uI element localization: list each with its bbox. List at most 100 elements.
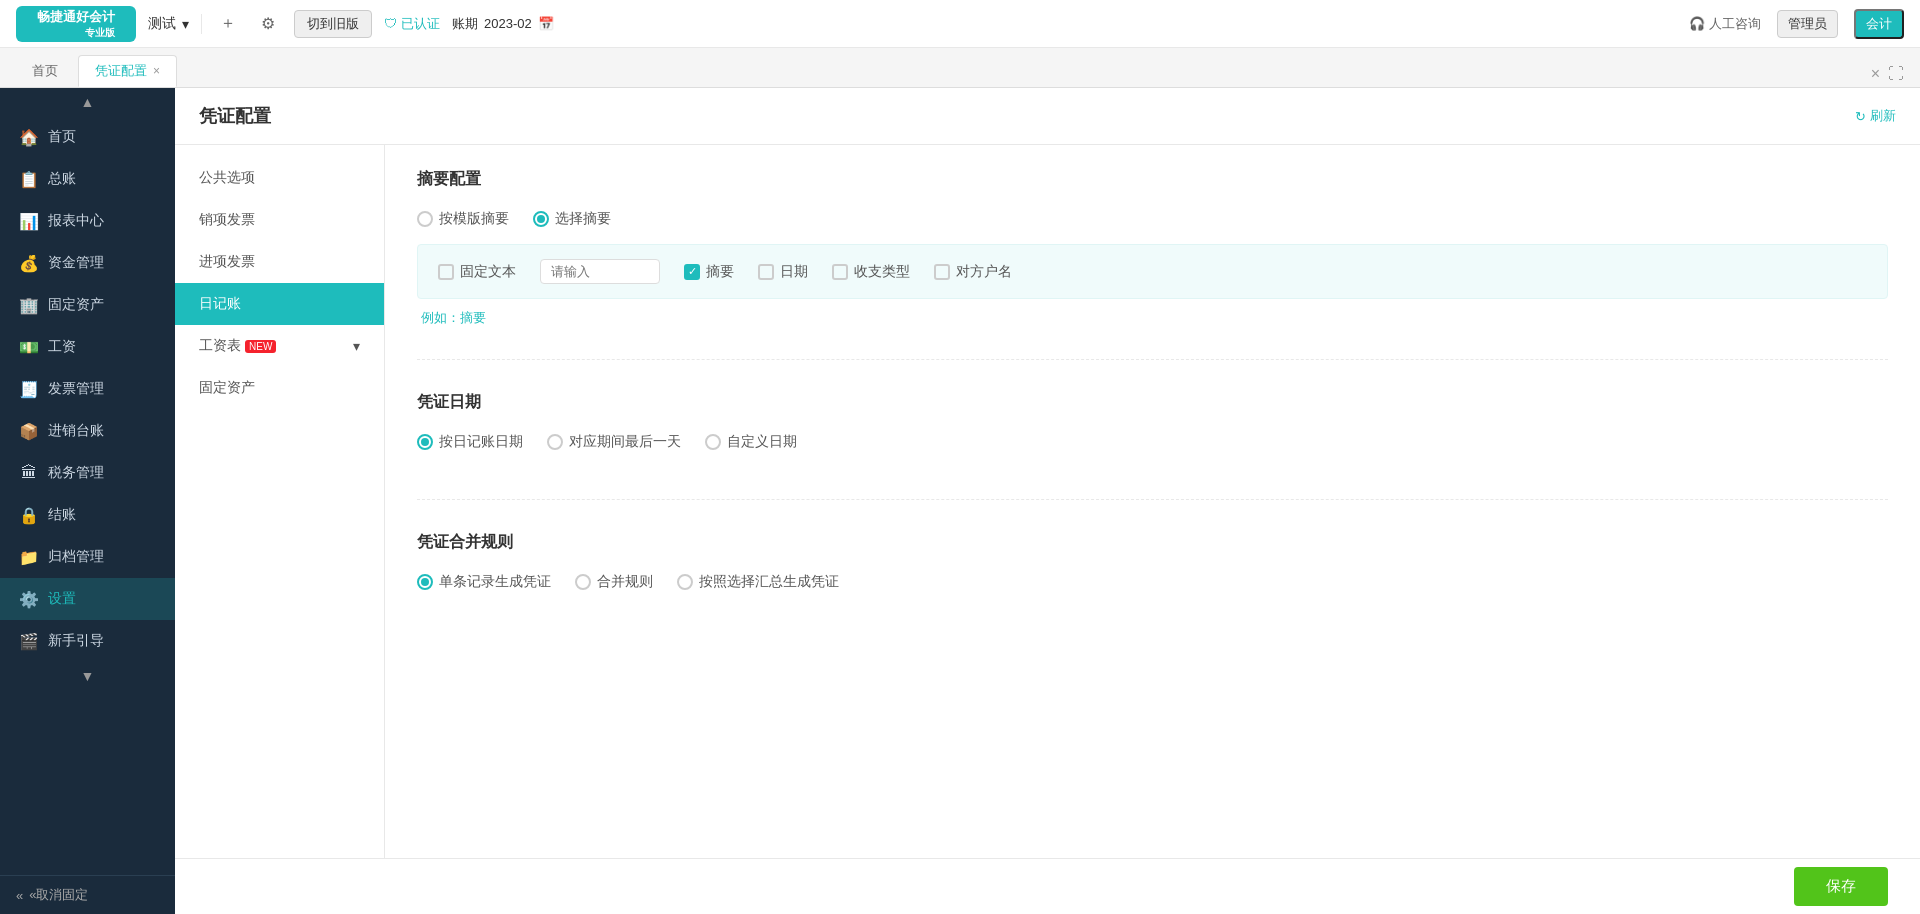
nav-item-diary[interactable]: 日记账 (175, 283, 384, 325)
fullscreen-icon[interactable]: ⛶ (1888, 65, 1904, 83)
checkbox-summary[interactable]: ✓ 摘要 (684, 263, 734, 281)
check-icon: ✓ (688, 265, 697, 278)
radio-custom-date[interactable]: 自定义日期 (705, 433, 797, 451)
radio-select-summary[interactable]: 选择摘要 (533, 210, 611, 228)
sidebar-item-label: 总账 (48, 170, 76, 188)
ledger-icon: 📋 (20, 170, 38, 188)
radio-label-select: 选择摘要 (555, 210, 611, 228)
sidebar-item-fund[interactable]: 💰 资金管理 (0, 242, 175, 284)
tab-home-label: 首页 (32, 62, 58, 80)
save-button[interactable]: 保存 (1794, 867, 1888, 906)
radio-by-selection[interactable]: 按照选择汇总生成凭证 (677, 573, 839, 591)
merge-title: 凭证合并规则 (417, 532, 1888, 553)
summary-title: 摘要配置 (417, 169, 1888, 190)
sidebar-item-label: 新手引导 (48, 632, 104, 650)
radio-template-summary[interactable]: 按模版摘要 (417, 210, 509, 228)
tab-home[interactable]: 首页 (16, 55, 74, 87)
sidebar-item-label: 发票管理 (48, 380, 104, 398)
checkbox-fixed-text[interactable]: 固定文本 (438, 263, 516, 281)
radio-label-selection: 按照选择汇总生成凭证 (699, 573, 839, 591)
invoice-icon: 🧾 (20, 380, 38, 398)
checkbox-label-fixed-text: 固定文本 (460, 263, 516, 281)
nav-item-sales-invoice[interactable]: 销项发票 (175, 199, 384, 241)
checkbox-box-summary: ✓ (684, 264, 700, 280)
cancel-fixed-icon: « (16, 888, 23, 903)
home-icon: 🏠 (20, 128, 38, 146)
nav-item-payroll[interactable]: 工资表NEW ▾ (175, 325, 384, 367)
radio-dot-select (537, 215, 545, 223)
nav-item-public[interactable]: 公共选项 (175, 157, 384, 199)
sidebar-item-close[interactable]: 🔒 结账 (0, 494, 175, 536)
calendar-icon[interactable]: 📅 (538, 16, 554, 31)
accountant-button[interactable]: 会计 (1854, 9, 1904, 39)
radio-label-custom: 自定义日期 (727, 433, 797, 451)
logo-subtitle: 专业版 (37, 26, 115, 40)
cancel-fixed-label: «取消固定 (29, 886, 88, 904)
sidebar-item-label: 结账 (48, 506, 76, 524)
radio-circle-select (533, 211, 549, 227)
sidebar-item-report[interactable]: 📊 报表中心 (0, 200, 175, 242)
sidebar-item-guide[interactable]: 🎬 新手引导 (0, 620, 175, 662)
sidebar-item-home[interactable]: 🏠 首页 (0, 116, 175, 158)
radio-label-period: 对应期间最后一天 (569, 433, 681, 451)
summary-section: 摘要配置 按模版摘要 选择摘要 (417, 169, 1888, 360)
tabbar: 首页 凭证配置 × × ⛶ (0, 48, 1920, 88)
radio-diary-date[interactable]: 按日记账日期 (417, 433, 523, 451)
radio-single[interactable]: 单条记录生成凭证 (417, 573, 551, 591)
checkbox-date[interactable]: 日期 (758, 263, 808, 281)
new-badge: NEW (245, 340, 276, 353)
refresh-button[interactable]: ↻ 刷新 (1855, 107, 1896, 141)
close-period-icon: 🔒 (20, 506, 38, 524)
consult-button[interactable]: 🎧 人工咨询 (1689, 15, 1761, 33)
gear-icon[interactable]: ⚙ (254, 10, 282, 38)
manager-button[interactable]: 管理员 (1777, 10, 1838, 38)
checkbox-income-type[interactable]: 收支类型 (832, 263, 910, 281)
date-radio-group: 按日记账日期 对应期间最后一天 自定义日期 (417, 433, 1888, 451)
sidebar-item-label: 首页 (48, 128, 76, 146)
tab-voucher-label: 凭证配置 (95, 62, 147, 80)
switch-old-button[interactable]: 切到旧版 (294, 10, 372, 38)
checkbox-label-counterpart: 对方户名 (956, 263, 1012, 281)
radio-period-last[interactable]: 对应期间最后一天 (547, 433, 681, 451)
radio-label-template: 按模版摘要 (439, 210, 509, 228)
radio-label-diary: 按日记账日期 (439, 433, 523, 451)
checkbox-counterpart[interactable]: 对方户名 (934, 263, 1012, 281)
radio-circle-selection (677, 574, 693, 590)
logo: 畅捷通好会计 专业版 (16, 6, 136, 42)
period-display: 账期 2023-02 📅 (452, 15, 554, 33)
close-icon[interactable]: × (1871, 65, 1880, 83)
date-title: 凭证日期 (417, 392, 1888, 413)
cancel-fixed-button[interactable]: « «取消固定 (0, 875, 175, 914)
project-selector[interactable]: 测试 ▾ (148, 15, 189, 33)
sales-icon: 📦 (20, 422, 38, 440)
sidebar-item-label: 工资 (48, 338, 76, 356)
radio-circle-custom (705, 434, 721, 450)
tab-voucher-config[interactable]: 凭证配置 × (78, 55, 177, 87)
chevron-down-icon: ▾ (353, 338, 360, 354)
radio-circle-merge (575, 574, 591, 590)
sidebar-item-invoice[interactable]: 🧾 发票管理 (0, 368, 175, 410)
sidebar-item-archive[interactable]: 📁 归档管理 (0, 536, 175, 578)
certified-status: 🛡 已认证 (384, 15, 440, 33)
sidebar-item-salary[interactable]: 💵 工资 (0, 326, 175, 368)
sidebar-scroll-up[interactable]: ▲ (0, 88, 175, 116)
sidebar-item-ledger[interactable]: 📋 总账 (0, 158, 175, 200)
sidebar-item-tax[interactable]: 🏛 税务管理 (0, 452, 175, 494)
radio-merge-rules[interactable]: 合并规则 (575, 573, 653, 591)
fixed-text-input[interactable] (540, 259, 660, 284)
radio-circle-period (547, 434, 563, 450)
guide-icon: 🎬 (20, 632, 38, 650)
sidebar-item-sales[interactable]: 📦 进销台账 (0, 410, 175, 452)
tab-close-icon[interactable]: × (153, 64, 160, 78)
asset-icon: 🏢 (20, 296, 38, 314)
nav-item-fixed-assets[interactable]: 固定资产 (175, 367, 384, 409)
nav-item-purchase-invoice[interactable]: 进项发票 (175, 241, 384, 283)
radio-dot-single (421, 578, 429, 586)
payroll-label: 工资表NEW (199, 337, 276, 355)
sidebar-item-settings[interactable]: ⚙️ 设置 (0, 578, 175, 620)
sidebar-item-asset[interactable]: 🏢 固定资产 (0, 284, 175, 326)
merge-section: 凭证合并规则 单条记录生成凭证 合并规则 (417, 532, 1888, 639)
sidebar-scroll-down[interactable]: ▼ (0, 662, 175, 690)
settings-icon: ⚙️ (20, 590, 38, 608)
add-icon[interactable]: ＋ (214, 10, 242, 38)
